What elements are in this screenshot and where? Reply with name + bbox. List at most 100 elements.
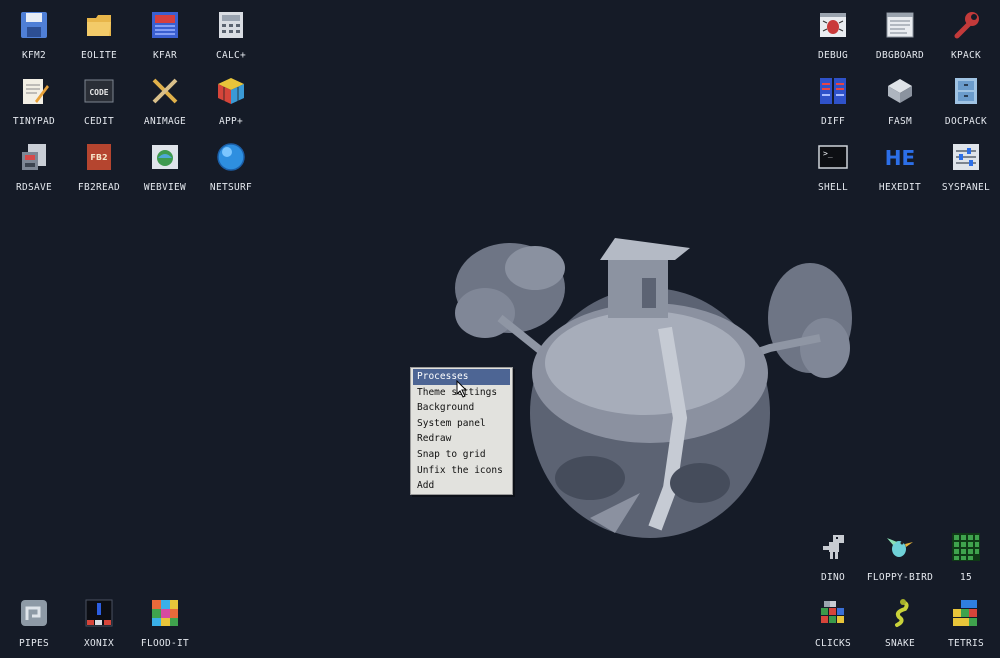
icon-label: SNAKE [884,638,916,649]
assembler-icon [883,74,917,108]
desktop-icon-tinypad[interactable]: TINYPAD [1,74,67,136]
pipes-icon [17,596,51,630]
desktop-icon-hexedit[interactable]: HE HEXEDIT [867,140,933,202]
desktop-icon-syspanel[interactable]: SYSPANEL [933,140,999,202]
desktop-icon-debug[interactable]: DEBUG [800,8,866,70]
disk-save-icon [17,140,51,174]
icon-label: CEDIT [83,116,115,127]
snake-icon [883,596,917,630]
desktop-icon-15[interactable]: 15 [933,530,999,592]
cabinet-icon [949,74,983,108]
desktop-icon-tetris[interactable]: TETRIS [933,596,999,658]
menu-item-background[interactable]: Background [411,400,512,416]
desktop-icon-fasm[interactable]: FASM [867,74,933,136]
icon-label: TINYPAD [12,116,56,127]
wrench-icon [949,8,983,42]
color-grid-icon [148,596,182,630]
icon-label: NETSURF [209,182,253,193]
icon-label: PIPES [18,638,50,649]
icon-label: ANIMAGE [143,116,187,127]
icon-label: FLOOD-IT [140,638,190,649]
desktop-icon-dino[interactable]: DINO [800,530,866,592]
icon-label: KPACK [950,50,982,61]
icon-label: FASM [887,116,913,127]
desktop-icon-flood-it[interactable]: FLOOD-IT [132,596,198,658]
icon-label: EOLITE [80,50,118,61]
icon-label: DIFF [820,116,846,127]
book-icon: FB2 [82,140,116,174]
paint-brush-icon [148,74,182,108]
svg-text:FB2: FB2 [90,153,107,162]
icon-label: DOCPACK [944,116,988,127]
desktop-icon-calc[interactable]: CALC+ [198,8,264,70]
desktop-icon-netsurf[interactable]: NETSURF [198,140,264,202]
icon-label: CALC+ [215,50,247,61]
icon-label: FB2READ [77,182,121,193]
desktop-icon-shell[interactable]: >_ SHELL [800,140,866,202]
dinosaur-icon [816,530,850,564]
icon-label: KFM2 [21,50,47,61]
desktop-icon-animage[interactable]: ANIMAGE [132,74,198,136]
floppy-disk-icon [17,8,51,42]
desktop-icon-dbgboard[interactable]: DBGBOARD [867,8,933,70]
terminal-icon: >_ [816,140,850,174]
diff-icon [816,74,850,108]
menu-item-add[interactable]: Add [411,478,512,494]
blocks-icon [816,596,850,630]
icon-label: APP+ [218,116,244,127]
grid-puzzle-icon [949,530,983,564]
board-icon [883,8,917,42]
icon-label: DBGBOARD [875,50,925,61]
xonix-icon [82,596,116,630]
icon-label: DEBUG [817,50,849,61]
menu-item-redraw[interactable]: Redraw [411,431,512,447]
desktop-icon-xonix[interactable]: XONIX [66,596,132,658]
menu-item-unfix-icons[interactable]: Unfix the icons [411,463,512,479]
desktop-icon-pipes[interactable]: PIPES [1,596,67,658]
desktop-icon-kfar[interactable]: KFAR [132,8,198,70]
desktop-icon-floppy-bird[interactable]: FLOPPY-BIRD [867,530,933,592]
code-editor-icon: CODE [82,74,116,108]
icon-label: SYSPANEL [941,182,991,193]
desktop-icon-kpack[interactable]: KPACK [933,8,999,70]
calculator-icon [214,8,248,42]
mouse-pointer-icon [456,380,468,398]
tetris-icon [949,596,983,630]
desktop-icon-diff[interactable]: DIFF [800,74,866,136]
icon-label: XONIX [83,638,115,649]
desktop-icon-app-plus[interactable]: APP+ [198,74,264,136]
archive-icon [148,8,182,42]
desktop-icon-clicks[interactable]: CLICKS [800,596,866,658]
desktop-icon-webview[interactable]: WEBVIEW [132,140,198,202]
icon-label: RDSAVE [15,182,53,193]
desktop-icon-fb2read[interactable]: FB2 FB2READ [66,140,132,202]
rubiks-cube-icon [214,74,248,108]
icon-label: SHELL [817,182,849,193]
desktop[interactable]: KFM2 EOLITE KFAR CALC+ TINYPAD CODE CEDI… [0,0,1000,650]
svg-text:CODE: CODE [89,88,108,97]
icon-label: CLICKS [814,638,852,649]
desktop-icon-kfm2[interactable]: KFM2 [1,8,67,70]
icon-label: DINO [820,572,846,583]
menu-item-system-panel[interactable]: System panel [411,416,512,432]
svg-text:>_: >_ [823,149,833,158]
icon-label: FLOPPY-BIRD [866,572,934,583]
folder-icon [82,8,116,42]
desktop-icon-rdsave[interactable]: RDSAVE [1,140,67,202]
icon-label: 15 [959,572,973,583]
menu-item-snap-to-grid[interactable]: Snap to grid [411,447,512,463]
desktop-icon-cedit[interactable]: CODE CEDIT [66,74,132,136]
svg-text:HE: HE [885,146,915,170]
web-page-icon [148,140,182,174]
desktop-icon-docpack[interactable]: DOCPACK [933,74,999,136]
desktop-icon-eolite[interactable]: EOLITE [66,8,132,70]
bug-icon [816,8,850,42]
globe-icon [214,140,248,174]
notepad-icon [17,74,51,108]
icon-label: WEBVIEW [143,182,187,193]
bird-icon [883,530,917,564]
icon-label: KFAR [152,50,178,61]
desktop-icon-snake[interactable]: SNAKE [867,596,933,658]
icon-label: TETRIS [947,638,985,649]
icon-label: HEXEDIT [878,182,922,193]
